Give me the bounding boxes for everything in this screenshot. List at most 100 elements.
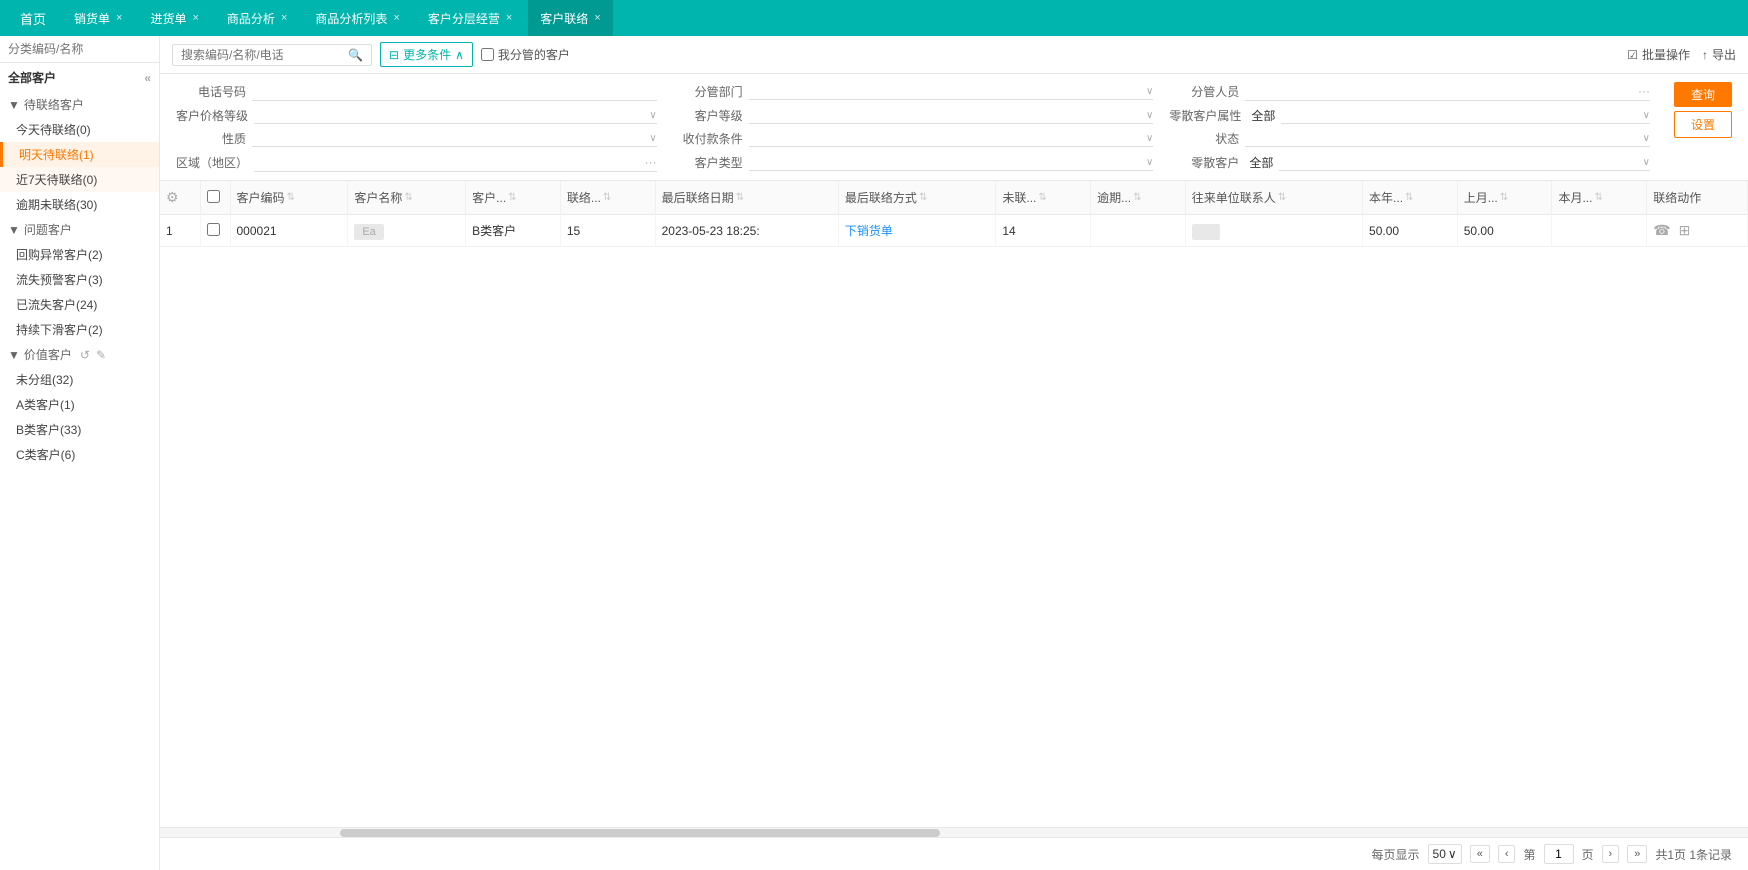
col-this-year-label: 本年... [1369,189,1403,206]
filter-region-dots[interactable]: ··· [645,155,657,169]
select-all-checkbox[interactable] [207,190,220,203]
page-unit: 页 [1582,846,1594,863]
row-checkbox[interactable] [207,223,220,236]
col-not-contacted-sort-icon[interactable]: ⇅ [1038,192,1046,203]
nav-product-analysis-list[interactable]: 商品分析列表 × [303,0,411,36]
col-name-sort-icon[interactable]: ⇅ [404,192,412,203]
page-label: 第 [1523,846,1535,863]
customer-table: ⚙ 客户编码 ⇅ 客户名称 [160,181,1748,247]
sidebar-item-churned[interactable]: 已流失客户(24) [0,292,159,317]
sidebar-search-input[interactable] [8,42,160,56]
filter-payment-select[interactable]: ∨ [749,131,1154,147]
grid-action-icon[interactable]: ⊞ [1679,222,1691,239]
cell-overdue [1091,215,1186,247]
col-this-month-label: 本月... [1558,189,1592,206]
batch-checkbox-icon: ☑ [1627,48,1638,62]
col-this-year-sort-icon[interactable]: ⇅ [1405,192,1413,203]
nav-customer-tier[interactable]: 客户分层经营 × [416,0,524,36]
last-method-link[interactable]: 下销货单 [845,224,893,238]
last-page-button[interactable]: » [1627,845,1647,863]
col-last-date-sort-icon[interactable]: ⇅ [736,192,744,203]
sidebar-collapse-icon[interactable]: « [144,71,151,85]
sidebar-item-repurchase-abnormal[interactable]: 回购异常客户(2) [0,242,159,267]
close-customer-contact-icon[interactable]: × [594,12,600,24]
batch-button[interactable]: ☑ 批量操作 [1627,46,1690,63]
sidebar-section-value[interactable]: ▼ 价值客户 ↺ ✎ [0,342,159,367]
sidebar-item-overdue[interactable]: 逾期未联络(30) [0,192,159,217]
filter-customer-level-select[interactable]: ∨ [749,108,1154,124]
filter-manager-dots[interactable]: ··· [1638,84,1650,98]
page-number-input[interactable] [1544,844,1574,864]
settings-button[interactable]: 设置 [1674,111,1732,138]
filter-payment: 收付款条件 ∨ [673,130,1154,147]
query-button[interactable]: 查询 [1674,82,1732,107]
col-contacts-sort-icon[interactable]: ⇅ [603,192,611,203]
nav-purchase-order[interactable]: 进货单 × [138,0,210,36]
col-last-month-sort-icon[interactable]: ⇅ [1500,192,1508,203]
page-size-select[interactable]: 50 ∨ [1428,844,1462,864]
first-page-button[interactable]: « [1470,845,1490,863]
prev-page-button[interactable]: ‹ [1498,845,1516,863]
filter-manager-label: 分管人员 [1169,83,1239,100]
sidebar-item-today[interactable]: 今天待联络(0) [0,117,159,142]
nav-home[interactable]: 首页 [8,0,58,36]
cell-code: 000021 [230,215,348,247]
export-button[interactable]: ↑ 导出 [1702,46,1736,63]
col-name: 客户名称 ⇅ [348,181,466,215]
edit-icon[interactable]: ✎ [96,348,106,362]
sidebar-item-declining[interactable]: 持续下滑客户(2) [0,317,159,342]
footer: 每页显示 50 ∨ « ‹ 第 页 › » 共1页 1条记录 [160,837,1748,870]
phone-action-icon[interactable]: ☎ [1653,222,1670,239]
filter-scatter-attr-select[interactable]: ∨ [1281,108,1650,124]
sidebar-item-tomorrow[interactable]: 明天待联络(1) [0,142,159,167]
close-customer-tier-icon[interactable]: × [506,12,512,24]
sidebar-item-7days[interactable]: 近7天待联络(0) [0,167,159,192]
my-customers-checkbox[interactable] [481,48,494,61]
filter-price-level-select[interactable]: ∨ [254,108,657,124]
scrollbar-thumb[interactable] [340,829,940,837]
filter-panel: 电话号码 分管部门 ∨ 分管人员 [160,74,1748,181]
sidebar-item-ungrouped[interactable]: 未分组(32) [0,367,159,392]
nav-product-analysis[interactable]: 商品分析 × [215,0,299,36]
close-purchase-order-icon[interactable]: × [192,12,198,24]
search-icon[interactable]: 🔍 [348,48,363,62]
horizontal-scrollbar[interactable] [160,827,1748,837]
col-code-sort-icon[interactable]: ⇅ [287,192,295,203]
sidebar-item-class-c[interactable]: C类客户(6) [0,442,159,467]
refresh-icon[interactable]: ↺ [80,348,90,362]
content-area: 🔍 ⊟ 更多条件 ∧ 我分管的客户 ☑ 批量操作 ↑ 导出 [160,36,1748,870]
search-box: 🔍 [172,44,372,66]
column-settings-icon[interactable]: ⚙ [166,189,179,205]
more-filter-button[interactable]: ⊟ 更多条件 ∧ [380,42,473,67]
export-label: 导出 [1712,46,1736,63]
filter-customer-type-select[interactable]: ∨ [749,155,1154,171]
nav-customer-contact[interactable]: 客户联络 × [528,0,612,36]
sidebar-section-problems[interactable]: ▼ 问题客户 [0,217,159,242]
nav-sales-order[interactable]: 销货单 × [62,0,134,36]
close-product-analysis-list-icon[interactable]: × [393,12,399,24]
sidebar-item-class-b[interactable]: B类客户(33) [0,417,159,442]
col-type-sort-icon[interactable]: ⇅ [508,192,516,203]
col-last-month: 上月... ⇅ [1457,181,1552,215]
my-customers-toggle[interactable]: 我分管的客户 [481,46,570,63]
col-unit-contact-sort-icon[interactable]: ⇅ [1278,192,1286,203]
close-product-analysis-icon[interactable]: × [281,12,287,24]
filter-status-select[interactable]: ∨ [1245,131,1650,147]
col-this-month-sort-icon[interactable]: ⇅ [1594,192,1602,203]
payment-down-arrow-icon: ∨ [1146,133,1153,144]
col-last-method-sort-icon[interactable]: ⇅ [919,192,927,203]
filter-scatter-customer-select[interactable]: ∨ [1279,155,1650,171]
filter-phone-input[interactable] [252,82,657,101]
next-page-button[interactable]: › [1602,845,1620,863]
sidebar-item-churn-warning[interactable]: 流失预警客户(3) [0,267,159,292]
col-overdue-sort-icon[interactable]: ⇅ [1133,192,1141,203]
sidebar-section-pending[interactable]: ▼ 待联络客户 [0,92,159,117]
sidebar-item-class-a[interactable]: A类客户(1) [0,392,159,417]
all-customers-label: 全部客户 [8,69,56,86]
search-input[interactable] [181,48,344,62]
col-code: 客户编码 ⇅ [230,181,348,215]
filter-nature-select[interactable]: ∨ [252,131,657,147]
filter-dept-select[interactable]: ∨ [749,84,1154,100]
close-sales-order-icon[interactable]: × [116,12,122,24]
filter-price-level: 客户价格等级 ∨ [176,107,657,124]
